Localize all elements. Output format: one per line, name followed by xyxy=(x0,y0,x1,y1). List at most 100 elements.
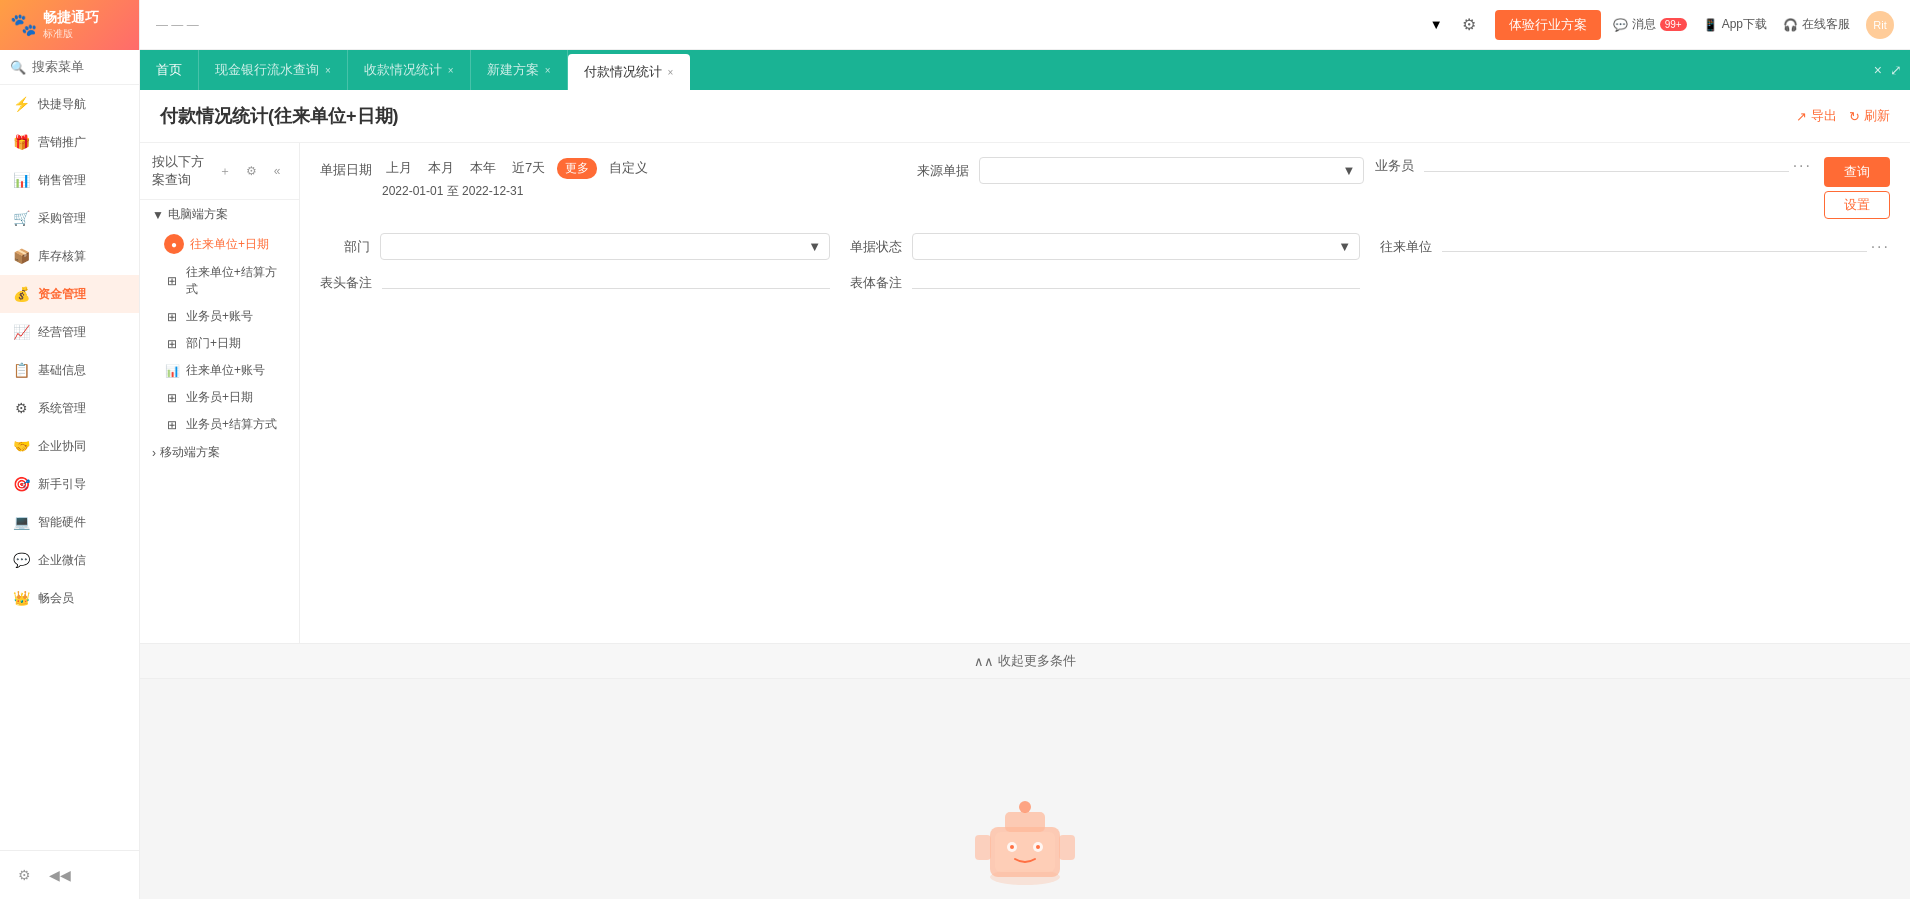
tab-expand-icon[interactable]: ⤢ xyxy=(1890,62,1902,78)
sidebar-item-base[interactable]: 📋 基础信息 xyxy=(0,351,139,389)
salesman-input[interactable] xyxy=(1424,161,1788,172)
collapse-button[interactable]: ∧∧ 收起更多条件 xyxy=(974,652,1076,670)
scheme-settings-icon[interactable]: ⚙ xyxy=(241,161,261,181)
scheme-item-salesman-account[interactable]: ⊞ 业务员+账号 xyxy=(140,303,299,330)
sidebar-footer-gear[interactable]: ⚙ xyxy=(10,861,38,889)
scheme-mobile-title[interactable]: › 移动端方案 xyxy=(140,438,299,467)
partner-input[interactable] xyxy=(1442,241,1867,252)
header-note-group: 表头备注 xyxy=(320,274,830,292)
scheme-add-icon[interactable]: ＋ xyxy=(215,161,235,181)
date-btn-this-month[interactable]: 本月 xyxy=(424,157,458,179)
svg-rect-5 xyxy=(975,835,991,860)
scheme-collapse-icon[interactable]: « xyxy=(267,161,287,181)
sidebar-item-label: 系统管理 xyxy=(38,400,86,417)
scheme-header: 按以下方案查询 ＋ ⚙ « xyxy=(140,143,299,200)
header-note-input[interactable] xyxy=(382,278,830,289)
tab-new-scheme[interactable]: 新建方案 × xyxy=(471,50,568,90)
sidebar-item-sales[interactable]: 📊 销售管理 xyxy=(0,161,139,199)
message-item[interactable]: 💬 消息 99+ xyxy=(1613,16,1687,33)
svg-rect-2 xyxy=(995,832,1055,872)
date-btn-custom[interactable]: 自定义 xyxy=(605,157,652,179)
filter-inputs-area: 单据日期 上月 本月 本年 近7天 更多 自定义 xyxy=(300,143,1910,643)
sidebar-item-label: 基础信息 xyxy=(38,362,86,379)
app-download-item[interactable]: 📱 App下载 xyxy=(1703,16,1767,33)
scheme-item-partner-date[interactable]: ● 往来单位+日期 xyxy=(140,229,299,259)
sidebar-item-inventory[interactable]: 📦 库存核算 xyxy=(0,237,139,275)
refresh-label: 刷新 xyxy=(1864,107,1890,125)
scheme-item-partner-account[interactable]: 📊 往来单位+账号 xyxy=(140,357,299,384)
date-btn-7days[interactable]: 近7天 xyxy=(508,157,549,179)
tab-payment-stats[interactable]: 付款情况统计 × xyxy=(568,54,691,90)
body-note-input[interactable] xyxy=(912,278,1360,289)
date-btn-this-year[interactable]: 本年 xyxy=(466,157,500,179)
page-header: 付款情况统计(往来单位+日期) ↗ 导出 ↻ 刷新 xyxy=(140,90,1910,143)
filter-row-3: 表头备注 表体备注 xyxy=(320,274,1890,292)
page: 付款情况统计(往来单位+日期) ↗ 导出 ↻ 刷新 xyxy=(140,90,1910,899)
sidebar-item-operation[interactable]: 📈 经营管理 xyxy=(0,313,139,351)
query-button[interactable]: 查询 xyxy=(1824,157,1890,187)
body-note-label: 表体备注 xyxy=(850,274,912,292)
scheme-item-label: 往来单位+结算方式 xyxy=(186,264,287,298)
refresh-icon: ↻ xyxy=(1849,109,1860,124)
settings-button[interactable]: 设置 xyxy=(1824,191,1890,219)
date-buttons: 上月 本月 本年 近7天 更多 自定义 xyxy=(382,157,652,179)
scheme-item-salesman-date[interactable]: ⊞ 业务员+日期 xyxy=(140,384,299,411)
doc-status-select[interactable]: ▼ xyxy=(912,233,1360,260)
trial-button[interactable]: 体验行业方案 xyxy=(1495,10,1601,40)
date-btn-more[interactable]: 更多 xyxy=(557,158,597,179)
tab-receipt-stats-label: 收款情况统计 xyxy=(364,61,442,79)
topbar-right: 💬 消息 99+ 📱 App下载 🎧 在线客服 Rit xyxy=(1613,11,1894,39)
sidebar-item-marketing[interactable]: 🎁 营销推广 xyxy=(0,123,139,161)
base-icon: 📋 xyxy=(12,361,30,379)
scheme-item-salesman-settle[interactable]: ⊞ 业务员+结算方式 xyxy=(140,411,299,438)
sidebar-item-wechat[interactable]: 💬 企业微信 xyxy=(0,541,139,579)
salesman-label: 业务员 xyxy=(1364,157,1424,175)
scheme-desktop-title[interactable]: ▼ 电脑端方案 xyxy=(140,200,299,229)
scheme-item-label: 业务员+日期 xyxy=(186,389,253,406)
scheme-item-partner-settle[interactable]: ⊞ 往来单位+结算方式 xyxy=(140,259,299,303)
sidebar-search[interactable]: 🔍 搜索菜单 xyxy=(0,50,139,85)
refresh-button[interactable]: ↻ 刷新 xyxy=(1849,107,1890,125)
svg-point-9 xyxy=(1010,845,1014,849)
main-container: — — — ▼ ⚙ 体验行业方案 💬 消息 99+ 📱 App下载 🎧 在线客服… xyxy=(140,0,1910,899)
sidebar-item-finance[interactable]: 💰 资金管理 xyxy=(0,275,139,313)
source-filter-group: 来源单据 ▼ xyxy=(917,157,1365,184)
date-btn-last-month[interactable]: 上月 xyxy=(382,157,416,179)
tab-new-scheme-close[interactable]: × xyxy=(545,65,551,76)
tab-payment-stats-close[interactable]: × xyxy=(668,67,674,78)
salesman-dots-btn[interactable]: ··· xyxy=(1793,157,1812,175)
source-select[interactable]: ▼ xyxy=(979,157,1365,184)
sidebar-search-label: 搜索菜单 xyxy=(32,58,84,76)
tab-receipt-stats-close[interactable]: × xyxy=(448,65,454,76)
scheme-item-label: 往来单位+账号 xyxy=(186,362,265,379)
tab-bank-flow-close[interactable]: × xyxy=(325,65,331,76)
export-button[interactable]: ↗ 导出 xyxy=(1796,107,1837,125)
dept-select[interactable]: ▼ xyxy=(380,233,830,260)
tab-close-all-icon[interactable]: × xyxy=(1874,62,1882,78)
tab-bank-flow[interactable]: 现金银行流水查询 × xyxy=(199,50,348,90)
sidebar-item-quick-nav[interactable]: ⚡ 快捷导航 xyxy=(0,85,139,123)
tab-spacer xyxy=(690,50,1865,90)
sidebar-item-member[interactable]: 👑 畅会员 xyxy=(0,579,139,617)
dept-select-arrow: ▼ xyxy=(808,239,821,254)
user-avatar-item[interactable]: Rit xyxy=(1866,11,1894,39)
collapse-icon: ∧∧ xyxy=(974,654,994,669)
dept-label: 部门 xyxy=(320,238,380,256)
scheme-item-dept-date[interactable]: ⊞ 部门+日期 xyxy=(140,330,299,357)
service-label: 在线客服 xyxy=(1802,16,1850,33)
sidebar-item-hardware[interactable]: 💻 智能硬件 xyxy=(0,503,139,541)
sidebar-item-system[interactable]: ⚙ 系统管理 xyxy=(0,389,139,427)
tab-actions: × ⤢ xyxy=(1866,50,1910,90)
sidebar-item-purchase[interactable]: 🛒 采购管理 xyxy=(0,199,139,237)
tab-home[interactable]: 首页 xyxy=(140,50,199,90)
service-item[interactable]: 🎧 在线客服 xyxy=(1783,16,1850,33)
sidebar-item-guide[interactable]: 🎯 新手引导 xyxy=(0,465,139,503)
sidebar-logo: 🐾 xyxy=(10,12,37,38)
partner-dots-btn[interactable]: ··· xyxy=(1871,238,1890,256)
topbar-gear[interactable]: ⚙ xyxy=(1455,11,1483,39)
topbar-dropdown[interactable]: ▼ xyxy=(1430,17,1443,32)
purchase-icon: 🛒 xyxy=(12,209,30,227)
tab-receipt-stats[interactable]: 收款情况统计 × xyxy=(348,50,471,90)
sidebar-item-company[interactable]: 🤝 企业协同 xyxy=(0,427,139,465)
sidebar-footer-collapse[interactable]: ◀◀ xyxy=(46,861,74,889)
